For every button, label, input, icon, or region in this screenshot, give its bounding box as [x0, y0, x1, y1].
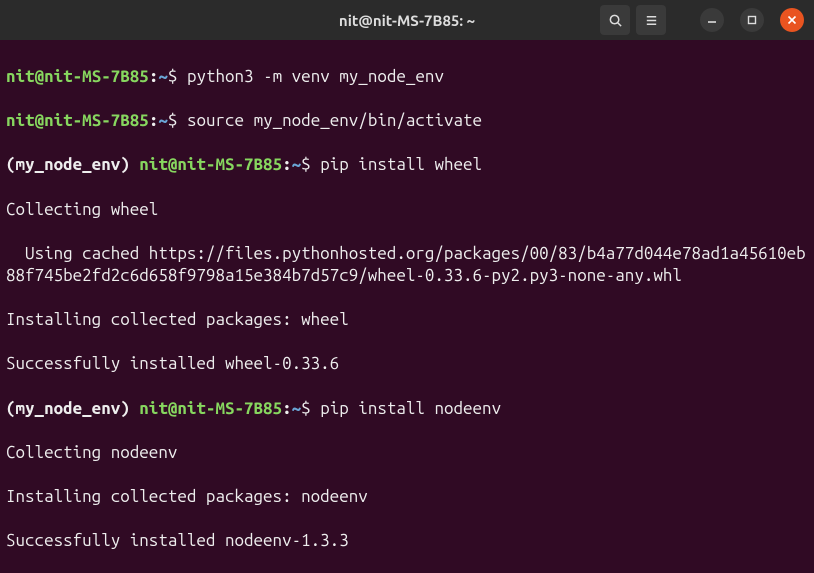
prompt-dollar: $ — [168, 111, 187, 130]
prompt-line: nit@nit-MS-7B85:~$ source my_node_env/bi… — [6, 110, 808, 132]
prompt-dollar: $ — [168, 67, 187, 86]
prompt-user: nit — [139, 399, 168, 418]
prompt-host: nit-MS-7B85 — [177, 399, 282, 418]
command-text: python3 -m venv my_node_env — [187, 67, 444, 86]
maximize-button[interactable] — [740, 8, 764, 32]
output-line: Successfully installed wheel-0.33.6 — [6, 353, 808, 375]
prompt-at: @ — [168, 155, 178, 174]
prompt-path: ~ — [158, 67, 168, 86]
prompt-path: ~ — [292, 155, 302, 174]
minimize-button[interactable] — [700, 8, 724, 32]
prompt-colon: : — [282, 155, 292, 174]
search-button[interactable] — [600, 5, 630, 35]
close-button[interactable] — [780, 8, 804, 32]
close-icon — [787, 15, 797, 25]
prompt-colon: : — [149, 67, 159, 86]
prompt-at: @ — [35, 111, 45, 130]
prompt-user: nit — [6, 111, 35, 130]
command-text: source my_node_env/bin/activate — [187, 111, 482, 130]
prompt-line: nit@nit-MS-7B85:~$ python3 -m venv my_no… — [6, 66, 808, 88]
search-icon — [608, 13, 623, 28]
minimize-icon — [707, 15, 717, 25]
titlebar: nit@nit-MS-7B85: ~ — [0, 0, 814, 40]
output-line: Collecting nodeenv — [6, 442, 808, 464]
output-line: Collecting wheel — [6, 199, 808, 221]
output-line: Successfully installed nodeenv-1.3.3 — [6, 530, 808, 552]
prompt-at: @ — [35, 67, 45, 86]
titlebar-controls — [600, 5, 814, 35]
prompt-host: nit-MS-7B85 — [44, 67, 149, 86]
command-text: pip install nodeenv — [320, 399, 501, 418]
output-line: Installing collected packages: nodeenv — [6, 486, 808, 508]
terminal-content[interactable]: nit@nit-MS-7B85:~$ python3 -m venv my_no… — [0, 40, 814, 573]
prompt-path: ~ — [158, 111, 168, 130]
prompt-dollar: $ — [301, 399, 320, 418]
prompt-colon: : — [282, 399, 292, 418]
menu-button[interactable] — [636, 5, 666, 35]
command-text: pip install wheel — [320, 155, 482, 174]
prompt-path: ~ — [292, 399, 302, 418]
prompt-venv: (my_node_env) — [6, 155, 139, 174]
prompt-host: nit-MS-7B85 — [177, 155, 282, 174]
hamburger-icon — [644, 13, 659, 28]
output-line: Installing collected packages: wheel — [6, 309, 808, 331]
prompt-line: (my_node_env) nit@nit-MS-7B85:~$ pip ins… — [6, 154, 808, 176]
prompt-dollar: $ — [301, 155, 320, 174]
prompt-venv: (my_node_env) — [6, 399, 139, 418]
prompt-line: (my_node_env) nit@nit-MS-7B85:~$ pip ins… — [6, 398, 808, 420]
prompt-colon: : — [149, 111, 159, 130]
prompt-user: nit — [139, 155, 168, 174]
maximize-icon — [747, 15, 757, 25]
prompt-host: nit-MS-7B85 — [44, 111, 149, 130]
output-line: Using cached https://files.pythonhosted.… — [6, 243, 808, 287]
prompt-at: @ — [168, 399, 178, 418]
prompt-user: nit — [6, 67, 35, 86]
